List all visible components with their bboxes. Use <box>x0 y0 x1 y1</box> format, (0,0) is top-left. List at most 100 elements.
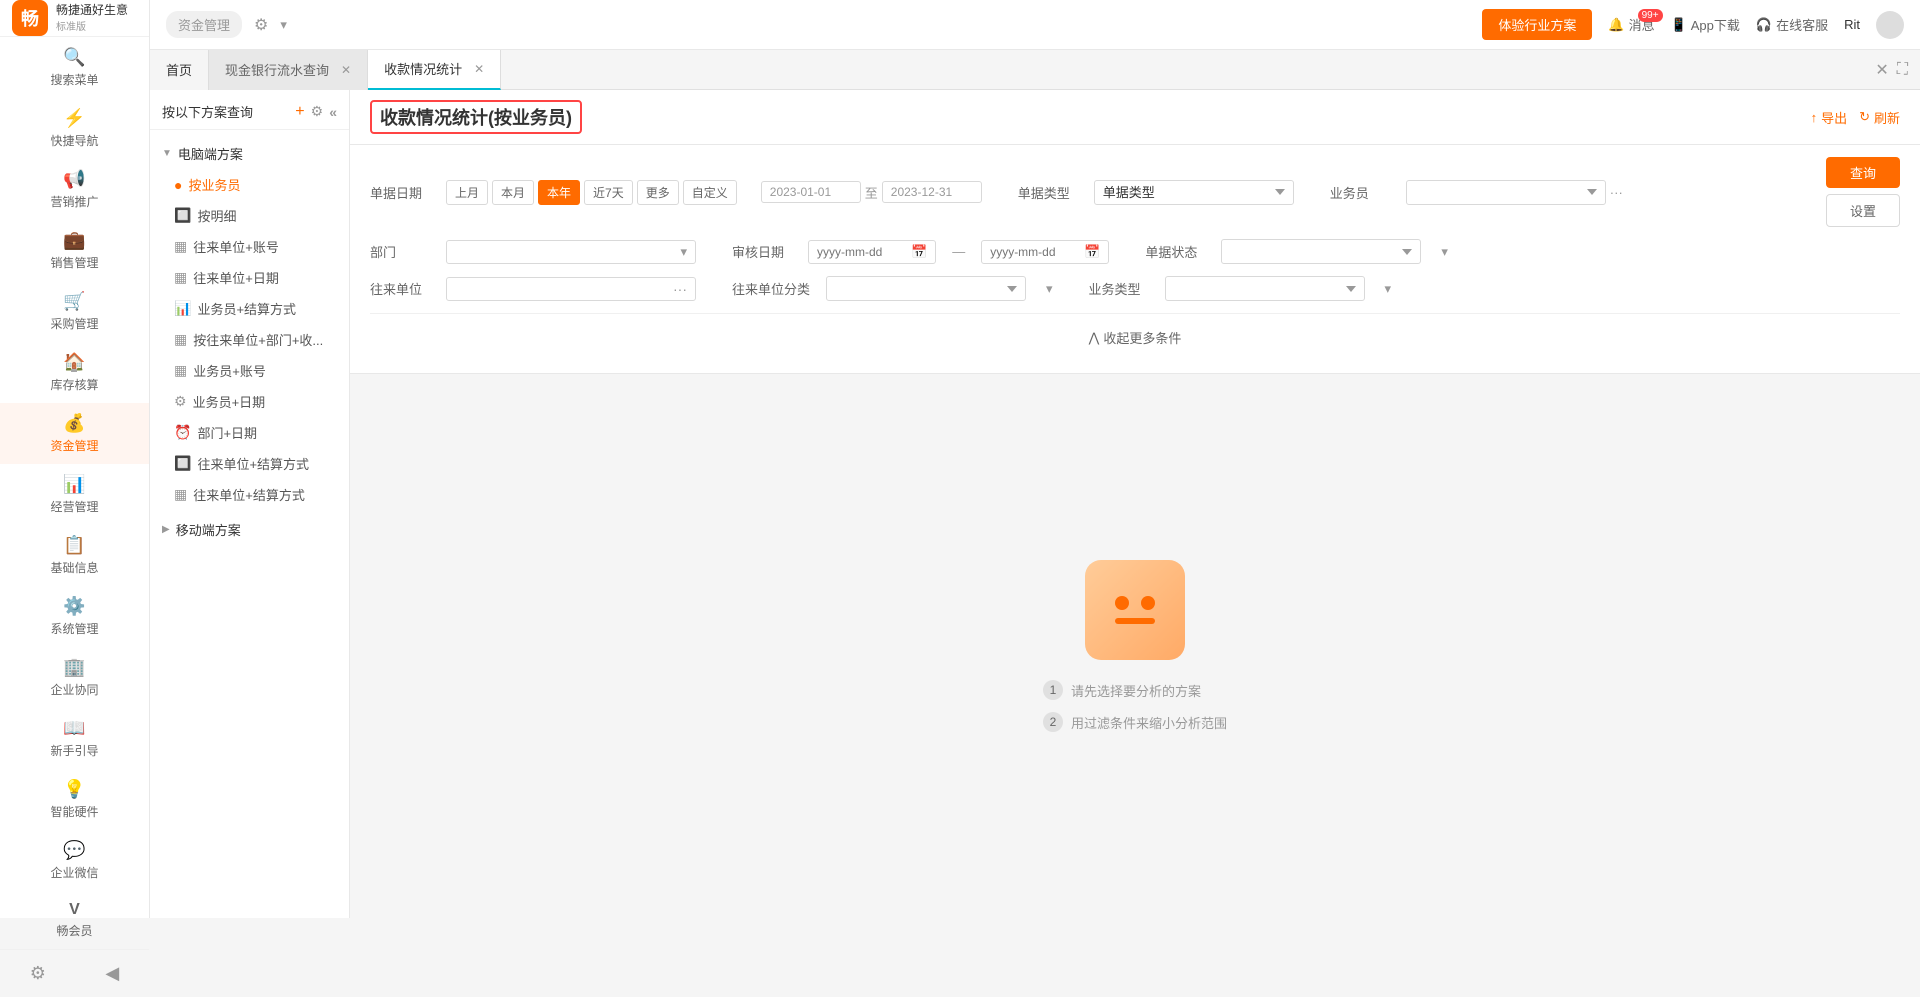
tab-receipt-stats[interactable]: 收款情况统计 ✕ <box>368 50 501 90</box>
sidebar-item-label: 销售管理 <box>50 254 98 271</box>
audit-date-label: 审核日期 <box>732 242 792 261</box>
date-btn-more[interactable]: 更多 <box>637 180 679 205</box>
scheme-counterpart-date[interactable]: ▦ 往来单位+日期 <box>150 262 349 293</box>
hint-num-1: 1 <box>1043 680 1063 700</box>
sidebar-item-corp[interactable]: 🏢 企业协同 <box>0 647 149 708</box>
counterpart-category-dropdown[interactable]: ▾ <box>1046 281 1053 297</box>
counterpart-text-input[interactable] <box>455 281 669 296</box>
phone-icon: 📱 <box>1671 17 1687 33</box>
sidebar-item-marketing[interactable]: 📢 营销推广 <box>0 159 149 220</box>
scheme-salesperson-account[interactable]: ▦ 业务员+账号 <box>150 355 349 386</box>
sidebar-item-wechat[interactable]: 💬 企业微信 <box>0 830 149 891</box>
desktop-section-header[interactable]: ▼ 电脑端方案 <box>150 138 349 169</box>
counterpart-dots-icon[interactable]: ··· <box>673 281 687 297</box>
counterpart-input[interactable]: ··· <box>446 277 696 301</box>
date-start-input[interactable] <box>761 181 861 203</box>
sidebar-item-system[interactable]: ⚙️ 系统管理 <box>0 586 149 647</box>
search-icon: 🔍 <box>63 47 85 68</box>
headset-icon: 🎧 <box>1756 17 1772 33</box>
audit-date-end[interactable]: 📅 <box>981 240 1109 264</box>
bottom-collapse-icon[interactable]: ◀ <box>100 958 124 989</box>
scheme-counterpart-settlement2[interactable]: ▦ 往来单位+结算方式 <box>150 479 349 510</box>
sidebar-item-inventory[interactable]: 🏠 库存核算 <box>0 342 149 403</box>
empty-robot-illustration <box>1085 560 1185 660</box>
tab-expand-icon[interactable]: ⛶ <box>1897 61 1908 79</box>
scheme-salesperson-date[interactable]: ⚙ 业务员+日期 <box>150 386 349 417</box>
online-service-button[interactable]: 🎧 在线客服 <box>1756 15 1828 34</box>
scheme-counterpart-account[interactable]: ▦ 往来单位+账号 <box>150 231 349 262</box>
trial-button[interactable]: 体验行业方案 <box>1482 9 1592 40</box>
calendar2-icon[interactable]: 📅 <box>1084 244 1100 260</box>
salesperson-select[interactable] <box>1406 180 1606 205</box>
doc-type-select[interactable]: 单据类型 <box>1094 180 1294 205</box>
header-gear-icon[interactable]: ⚙ <box>254 15 268 35</box>
audit-date-start[interactable]: 📅 <box>808 240 936 264</box>
mobile-section-header[interactable]: ▶ 移动端方案 <box>150 514 349 545</box>
scheme-settings-icon[interactable]: ⚙ <box>311 103 324 120</box>
tab-receipt-stats-close[interactable]: ✕ <box>474 62 484 76</box>
date-btn-this-year[interactable]: 本年 <box>538 180 580 205</box>
doc-status-select[interactable] <box>1221 239 1421 264</box>
dropdown-icon[interactable]: ▾ <box>280 17 287 33</box>
calendar-icon[interactable]: 📅 <box>911 244 927 260</box>
sidebar-item-finance[interactable]: 💰 资金管理 <box>0 403 149 464</box>
logo-icon: 畅 <box>12 0 48 36</box>
robot-mouth <box>1115 618 1155 624</box>
scheme-by-detail[interactable]: 🔲 按明细 <box>150 200 349 231</box>
message-button[interactable]: 🔔 消息 99+ <box>1608 15 1654 34</box>
scheme-counterpart-settlement1[interactable]: 🔲 往来单位+结算方式 <box>150 448 349 479</box>
scheme-tree: ▼ 电脑端方案 ● 按业务员 🔲 按明细 ▦ 往来单位+账号 <box>150 130 349 918</box>
sidebar-item-guide[interactable]: 📖 新手引导 <box>0 708 149 769</box>
sidebar-item-sales[interactable]: 💼 销售管理 <box>0 220 149 281</box>
date-btn-custom[interactable]: 自定义 <box>683 180 737 205</box>
collapse-button[interactable]: ⋀ 收起更多条件 <box>1077 322 1194 353</box>
dept-dropdown-icon[interactable]: ▾ <box>680 244 687 260</box>
sidebar-item-member[interactable]: V 畅会员 <box>0 891 149 949</box>
scheme-by-salesperson[interactable]: ● 按业务员 <box>150 169 349 200</box>
tab-home[interactable]: 首页 <box>150 50 209 90</box>
date-btn-last-7[interactable]: 近7天 <box>584 180 633 205</box>
logo-badge: 标准版 <box>56 18 128 33</box>
doc-status-dropdown-icon[interactable]: ▾ <box>1441 244 1448 260</box>
sidebar-item-search[interactable]: 🔍 搜索菜单 <box>0 37 149 98</box>
scheme-salesperson-settlement[interactable]: 📊 业务员+结算方式 <box>150 293 349 324</box>
audit-date-end-input[interactable] <box>990 245 1080 259</box>
settings-button[interactable]: 设置 <box>1826 194 1900 227</box>
scheme-label: 按业务员 <box>188 175 240 194</box>
sidebar-item-operations[interactable]: 📊 经营管理 <box>0 464 149 525</box>
add-scheme-button[interactable]: + <box>295 103 304 121</box>
scheme-dept-date[interactable]: ⏰ 部门+日期 <box>150 417 349 448</box>
tab-bank-flow-close[interactable]: ✕ <box>341 63 351 77</box>
refresh-button[interactable]: ↻ 刷新 <box>1859 108 1900 127</box>
export-icon: ↑ <box>1811 110 1818 125</box>
tab-bank-flow[interactable]: 现金银行流水查询 ✕ <box>209 50 368 90</box>
scheme-counterpart-dept-receipt[interactable]: ▦ 按往来单位+部门+收... <box>150 324 349 355</box>
audit-date-start-input[interactable] <box>817 245 907 259</box>
sidebar-item-quick-nav[interactable]: ⚡ 快捷导航 <box>0 98 149 159</box>
tab-close-all-icon[interactable]: ✕ <box>1875 60 1888 80</box>
export-button[interactable]: ↑ 导出 <box>1811 108 1848 127</box>
panel-collapse-icon[interactable]: « <box>329 104 337 120</box>
avatar[interactable] <box>1876 11 1904 39</box>
refresh-icon: ↻ <box>1859 109 1870 125</box>
date-end-input[interactable] <box>882 181 982 203</box>
briefcase-icon: 💼 <box>63 230 85 251</box>
business-type-dropdown[interactable]: ▾ <box>1385 281 1392 297</box>
sidebar-item-basic[interactable]: 📋 基础信息 <box>0 525 149 586</box>
business-type-select[interactable] <box>1165 276 1365 301</box>
sidebar-item-purchase[interactable]: 🛒 采购管理 <box>0 281 149 342</box>
main-content: 资金管理 ⚙ ▾ 体验行业方案 🔔 消息 99+ 📱 App下载 🎧 在线客服 … <box>150 0 1920 918</box>
sidebar-item-label: 畅会员 <box>56 922 92 939</box>
date-btn-last-month[interactable]: 上月 <box>446 180 488 205</box>
counterpart-category-select[interactable] <box>826 276 1026 301</box>
sidebar-item-label: 搜索菜单 <box>50 71 98 88</box>
bottom-settings-icon[interactable]: ⚙ <box>25 958 51 989</box>
query-button[interactable]: 查询 <box>1826 157 1900 188</box>
app-download-button[interactable]: 📱 App下载 <box>1671 15 1740 34</box>
date-btn-this-month[interactable]: 本月 <box>492 180 534 205</box>
sidebar-item-hardware[interactable]: 💡 智能硬件 <box>0 769 149 830</box>
salesperson-more-icon[interactable]: ··· <box>1610 185 1623 200</box>
dept-text-input[interactable] <box>455 244 676 259</box>
detail-icon: 🔲 <box>174 207 191 224</box>
dept-input[interactable]: ▾ <box>446 240 696 264</box>
